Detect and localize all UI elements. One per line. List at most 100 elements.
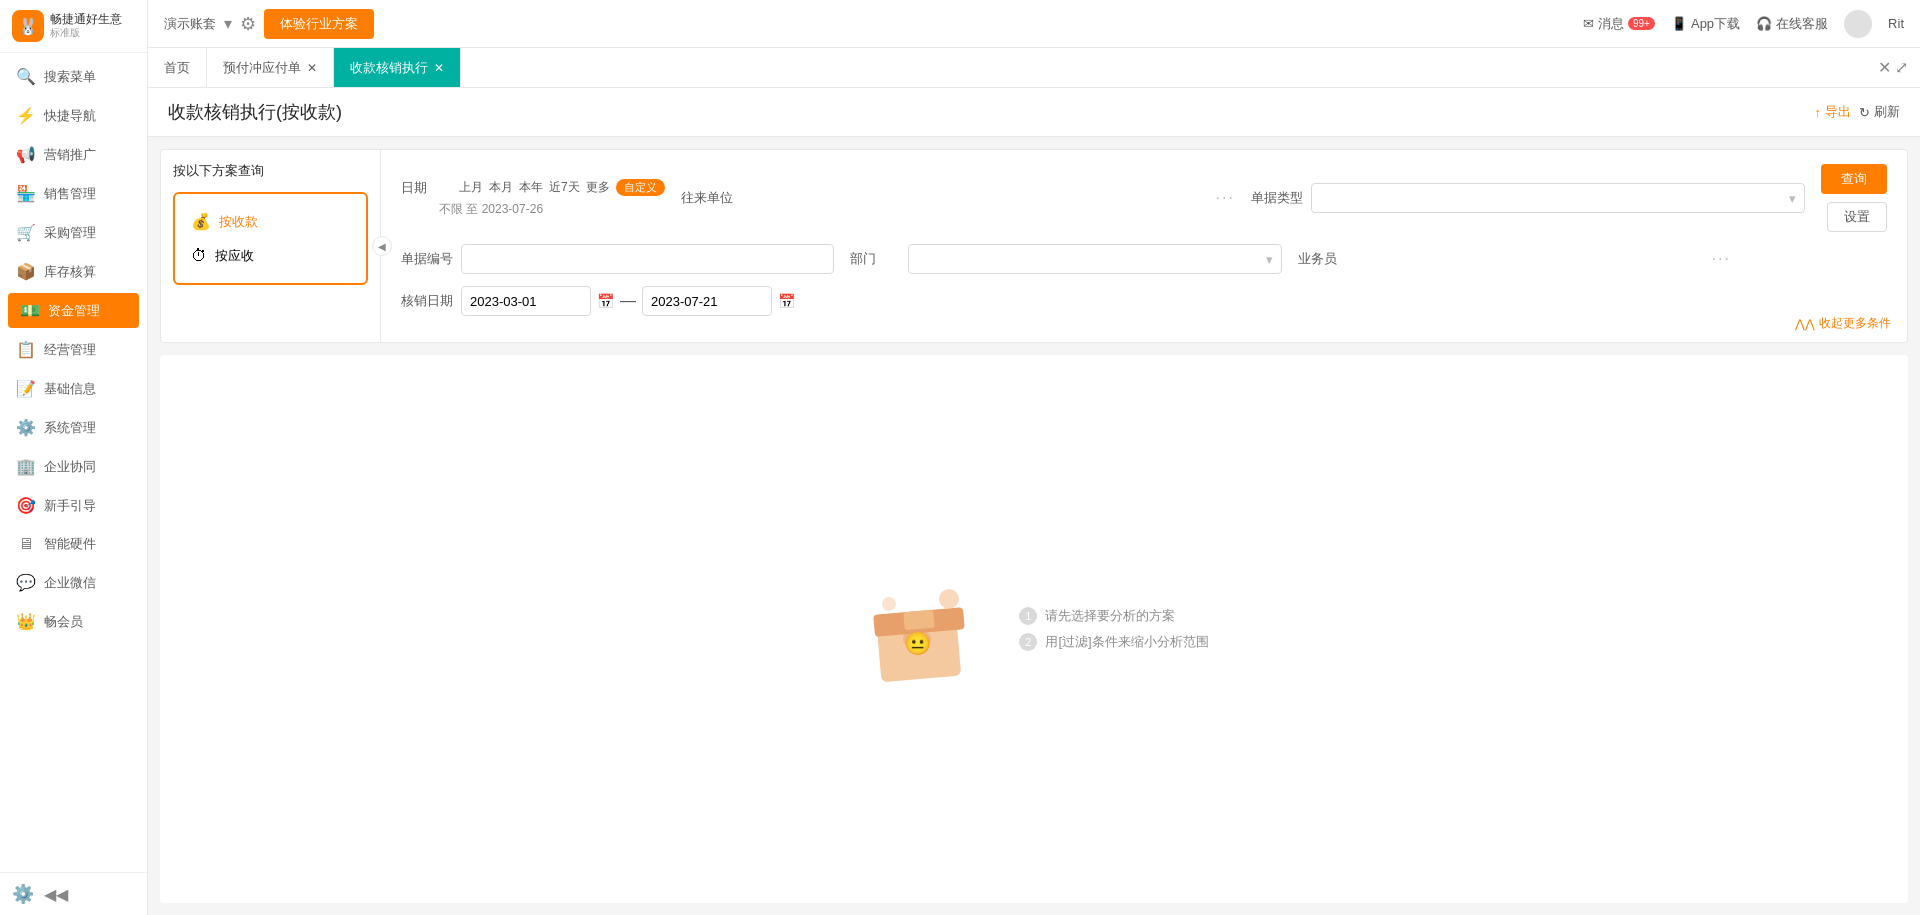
maximize-window-icon[interactable]: ⤢ [1895,58,1908,77]
sidebar-item-智能硬件[interactable]: 🖥智能硬件 [0,525,147,563]
nav-label: 经营管理 [44,341,96,359]
window-btns: ✕⤢ [1866,48,1920,87]
nav-icon: 💬 [16,573,36,592]
nav-icon: 📋 [16,340,36,359]
order-no-label: 单据编号 [401,250,453,268]
message-btn[interactable]: ✉ 消息 99+ [1583,15,1655,33]
nav-icon: 🏢 [16,457,36,476]
nav-icon: 👑 [16,612,36,631]
filter-item-按收款[interactable]: 💰按收款 [185,204,356,239]
sidebar-item-快捷导航[interactable]: ⚡ 快捷导航 [0,96,147,135]
empty-content: 😐 1 请先选择要分析的方案 2 用[过滤]条件来缩小分析范围 [859,569,1208,689]
nav-label: 智能硬件 [44,535,96,553]
order-type-label: 单据类型 [1251,189,1303,207]
query-btn[interactable]: 查询 [1821,164,1887,194]
verify-end-cal-icon[interactable]: 📅 [778,293,795,309]
verify-date-end[interactable] [642,286,772,316]
nav-label: 销售管理 [44,185,96,203]
filter-item-icon: ⏱ [191,247,207,265]
settings-form-btn[interactable]: 设置 [1827,202,1887,232]
nav-icon: ⚡ [16,106,36,125]
filter-row-3: 核销日期 📅 — 📅 [401,286,1887,316]
custom-date-badge[interactable]: 自定义 [616,179,665,196]
sidebar-collapse-btn[interactable]: ◀◀ [44,885,68,904]
sidebar-item-企业协同[interactable]: 🏢企业协同 [0,447,147,486]
search-sidebar-title: 按以下方案查询 [173,162,368,180]
tab-spacer [461,48,1866,87]
topbar-settings-icon[interactable]: ⚙ [240,13,256,35]
tab-首页[interactable]: 首页 [148,48,207,87]
order-no-input[interactable] [461,244,834,274]
nav-label: 采购管理 [44,224,96,242]
app-download-btn[interactable]: 📱 App下载 [1671,15,1740,33]
tab-label: 预付冲应付单 [223,59,301,77]
export-btn[interactable]: ↑ 导出 [1815,103,1852,121]
sidebar-item-基础信息[interactable]: 📝基础信息 [0,369,147,408]
tab-预付冲应付单[interactable]: 预付冲应付单 ✕ [207,48,334,87]
svg-text:😐: 😐 [904,630,932,657]
empty-svg: 😐 [859,569,979,689]
empty-illustration: 😐 [859,569,979,689]
nav-label: 畅会员 [44,613,83,631]
close-window-icon[interactable]: ✕ [1878,58,1891,77]
sidebar-item-畅会员[interactable]: 👑 畅会员 [0,602,147,641]
verify-date-label: 核销日期 [401,292,453,310]
sidebar-item-系统管理[interactable]: ⚙️系统管理 [0,408,147,447]
tab-close-icon[interactable]: ✕ [307,61,317,75]
counterpart-picker-btn[interactable]: ··· [1216,189,1235,207]
search-sidebar: 按以下方案查询 💰按收款⏱按应收 ◀ [161,150,381,342]
sidebar-item-经营管理[interactable]: 📋 经营管理 [0,330,147,369]
date-shortcut-更多[interactable]: 更多 [586,179,610,196]
order-type-group: 单据类型 ▾ [1251,183,1805,213]
nav-label: 快捷导航 [44,107,96,125]
date-shortcuts: 上月本月本年近7天更多自定义 [459,179,665,196]
org-name: 演示账套 [164,15,216,33]
verify-date-start[interactable] [461,286,591,316]
header-actions: ↑ 导出 ↻ 刷新 [1815,103,1901,121]
settings-footer-icon[interactable]: ⚙️ [12,883,34,905]
sidebar-item-采购管理[interactable]: 🛒 采购管理 [0,213,147,252]
filter-box: 💰按收款 ⏱ 按应收 [173,192,368,285]
staff-picker-btn[interactable]: ··· [1712,250,1731,268]
refresh-btn[interactable]: ↻ 刷新 [1859,103,1900,121]
refresh-icon: ↻ [1859,105,1870,120]
sidebar-item-搜索菜单[interactable]: 🔍搜索菜单 [0,57,147,96]
sidebar-item-新手引导[interactable]: 🎯新手引导 [0,486,147,525]
sidebar-item-营销推广[interactable]: 📢营销推广 [0,135,147,174]
nav-icon: 🔍 [16,67,36,86]
nav-icon: 🏪 [16,184,36,203]
order-no-group: 单据编号 [401,244,834,274]
nav-icon: 🛒 [16,223,36,242]
staff-label: 业务员 [1298,250,1348,268]
page-title: 收款核销执行(按收款) [168,100,342,124]
filter-item-按应收[interactable]: ⏱ 按应收 [185,239,356,273]
counterpart-label: 往来单位 [681,189,733,207]
dept-group: 部门 ▾ [850,244,1283,274]
nav-icon: 🎯 [16,496,36,515]
date-shortcut-本月[interactable]: 本月 [489,179,513,196]
online-service-btn[interactable]: 🎧 在线客服 [1756,15,1828,33]
sidebar-item-企业微信[interactable]: 💬 企业微信 [0,563,147,602]
date-shortcut-近7天[interactable]: 近7天 [549,179,580,196]
industry-btn[interactable]: 体验行业方案 [264,9,374,39]
sidebar-item-库存核算[interactable]: 📦库存核算 [0,252,147,291]
user-avatar[interactable] [1844,10,1872,38]
filter-item-label: 按应收 [215,247,254,265]
tab-close-icon[interactable]: ✕ [434,61,444,75]
order-type-select[interactable]: ▾ [1311,183,1805,213]
org-dropdown-icon[interactable]: ▾ [224,14,232,33]
headset-icon: 🎧 [1756,16,1772,31]
logo-area: 🐰 畅捷通好生意 标准版 [0,0,147,53]
verify-start-cal-icon[interactable]: 📅 [597,293,614,309]
sidebar-item-销售管理[interactable]: 🏪 销售管理 [0,174,147,213]
user-name: Rit [1888,16,1904,31]
collapse-more-btn[interactable]: ⋀⋀ 收起更多条件 [1795,315,1891,332]
tab-收款核销执行[interactable]: 收款核销执行✕ [334,48,461,87]
counterpart-group: 往来单位 ··· [681,189,1235,207]
nav-label: 企业微信 [44,574,96,592]
date-shortcut-上月[interactable]: 上月 [459,179,483,196]
sidebar-item-资金管理[interactable]: 💵资金管理 [8,293,139,328]
date-shortcut-本年[interactable]: 本年 [519,179,543,196]
dept-select[interactable]: ▾ [908,244,1283,274]
nav-icon: ⚙️ [16,418,36,437]
